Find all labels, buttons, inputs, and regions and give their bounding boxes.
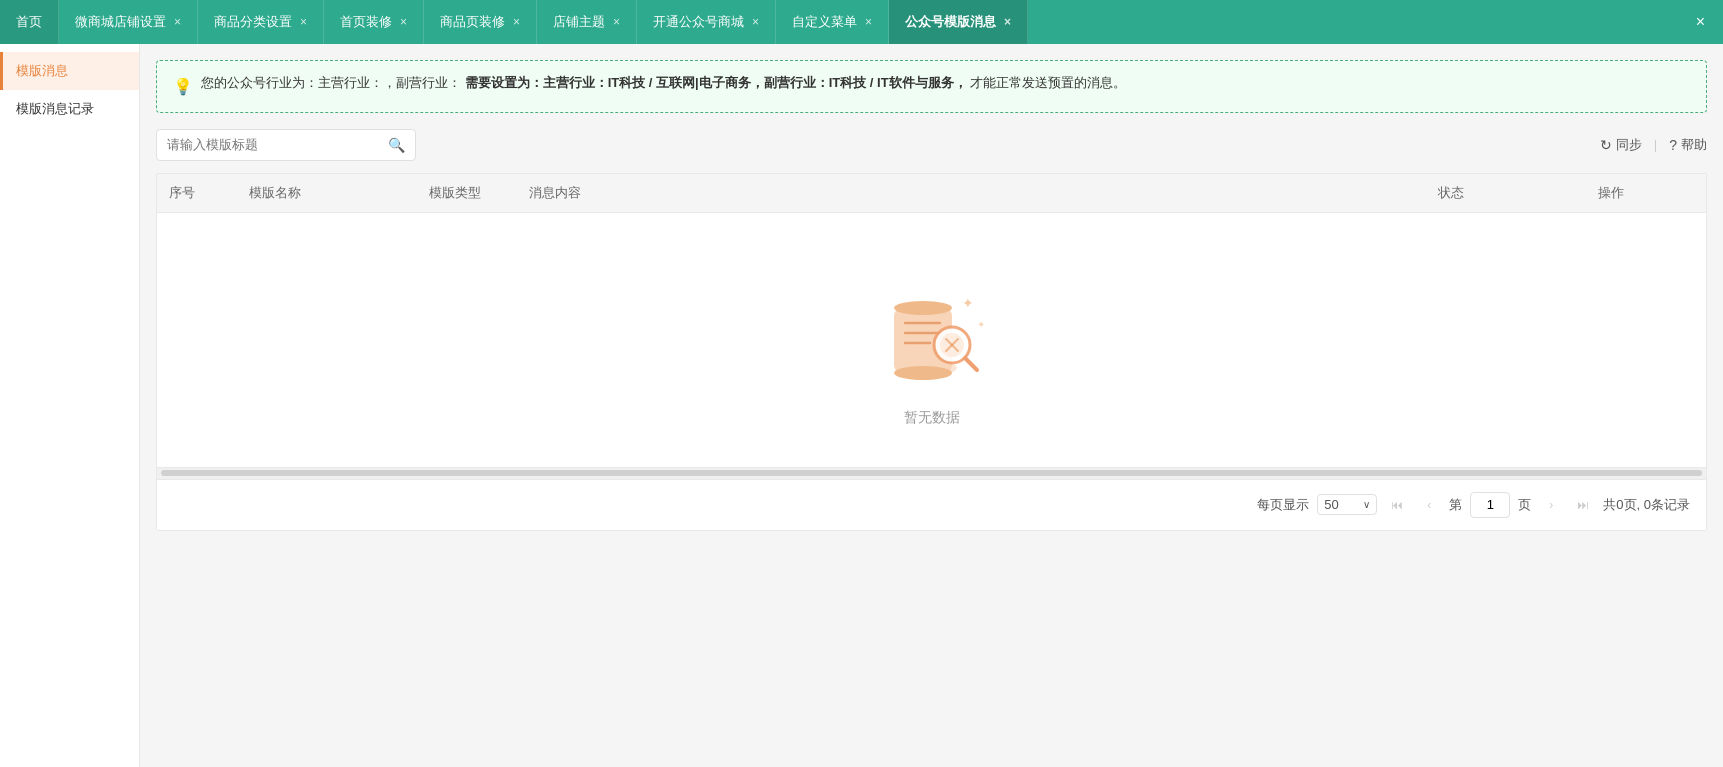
table-header: 序号 模版名称 模版类型 消息内容 状态 操作 bbox=[157, 174, 1706, 213]
page-size-select[interactable]: 50 ∨ bbox=[1317, 494, 1377, 515]
th-content: 消息内容 bbox=[517, 174, 1426, 212]
sidebar: 模版消息 模版消息记录 bbox=[0, 44, 140, 767]
table-container: 序号 模版名称 模版类型 消息内容 状态 操作 bbox=[156, 173, 1707, 531]
sidebar-item-template-msg-label: 模版消息 bbox=[16, 63, 68, 78]
search-input[interactable] bbox=[167, 137, 388, 152]
nav-tab-template-msg-label: 公众号模版消息 bbox=[905, 13, 996, 31]
nav-tab-product-decor[interactable]: 商品页装修 × bbox=[424, 0, 537, 44]
search-icon[interactable]: 🔍 bbox=[388, 137, 405, 153]
help-button[interactable]: ? 帮助 bbox=[1669, 136, 1707, 154]
nav-tab-custom-menu-close[interactable]: × bbox=[865, 15, 872, 29]
next-page-button[interactable]: › bbox=[1539, 493, 1563, 517]
notice-highlight: 需要设置为：主营行业：IT科技 / 互联网|电子商务，副营行业：IT科技 / I… bbox=[465, 75, 967, 90]
prev-page-button[interactable]: ‹ bbox=[1417, 493, 1441, 517]
close-all-button[interactable]: × bbox=[1678, 0, 1723, 44]
sidebar-item-template-record[interactable]: 模版消息记录 bbox=[0, 90, 139, 128]
sync-label: 同步 bbox=[1616, 136, 1642, 154]
page-size-value: 50 bbox=[1324, 497, 1338, 512]
nav-tab-category-close[interactable]: × bbox=[300, 15, 307, 29]
sync-button[interactable]: ↻ 同步 bbox=[1600, 136, 1642, 154]
nav-tab-category[interactable]: 商品分类设置 × bbox=[198, 0, 324, 44]
empty-state: ✦ ✦ 暂无数据 bbox=[157, 213, 1706, 467]
top-navigation: 首页 微商城店铺设置 × 商品分类设置 × 首页装修 × 商品页装修 × 店铺主… bbox=[0, 0, 1723, 44]
nav-tab-open-mall[interactable]: 开通公众号商城 × bbox=[637, 0, 776, 44]
svg-text:✦: ✦ bbox=[977, 319, 985, 330]
search-bar: 🔍 ↻ 同步 | ? 帮助 bbox=[156, 129, 1707, 161]
svg-point-3 bbox=[894, 366, 952, 380]
page-size-label: 每页显示 bbox=[1257, 496, 1309, 514]
help-label: 帮助 bbox=[1681, 136, 1707, 154]
th-type: 模版类型 bbox=[417, 174, 517, 212]
nav-tab-home-label: 首页 bbox=[16, 13, 42, 31]
nav-tab-home[interactable]: 首页 bbox=[0, 0, 59, 44]
help-icon: ? bbox=[1669, 137, 1677, 153]
last-page-button[interactable]: ⏭ bbox=[1571, 493, 1595, 517]
notice-prefix: 您的公众号行业为：主营行业：，副营行业： bbox=[201, 75, 461, 90]
total-info: 共0页, 0条记录 bbox=[1603, 496, 1690, 514]
nav-tab-product-decor-close[interactable]: × bbox=[513, 15, 520, 29]
nav-tab-open-mall-close[interactable]: × bbox=[752, 15, 759, 29]
th-name: 模版名称 bbox=[237, 174, 417, 212]
nav-tab-category-label: 商品分类设置 bbox=[214, 13, 292, 31]
first-page-button[interactable]: ⏮ bbox=[1385, 493, 1409, 517]
chevron-down-icon: ∨ bbox=[1363, 499, 1370, 510]
nav-tab-open-mall-label: 开通公众号商城 bbox=[653, 13, 744, 31]
content-area: 💡 您的公众号行业为：主营行业：，副营行业： 需要设置为：主营行业：IT科技 /… bbox=[140, 44, 1723, 767]
current-page-input[interactable] bbox=[1470, 492, 1510, 518]
search-input-wrap[interactable]: 🔍 bbox=[156, 129, 416, 161]
notice-icon: 💡 bbox=[173, 74, 193, 100]
nav-tab-template-msg[interactable]: 公众号模版消息 × bbox=[889, 0, 1028, 44]
nav-tab-product-decor-label: 商品页装修 bbox=[440, 13, 505, 31]
nav-tab-shop-theme-label: 店铺主题 bbox=[553, 13, 605, 31]
nav-tab-wechat-shop-label: 微商城店铺设置 bbox=[75, 13, 166, 31]
nav-tab-template-msg-close[interactable]: × bbox=[1004, 15, 1011, 29]
svg-text:✦: ✦ bbox=[962, 295, 974, 311]
th-status: 状态 bbox=[1426, 174, 1586, 212]
nav-tab-custom-menu-label: 自定义菜单 bbox=[792, 13, 857, 31]
notice-box: 💡 您的公众号行业为：主营行业：，副营行业： 需要设置为：主营行业：IT科技 /… bbox=[156, 60, 1707, 113]
th-action: 操作 bbox=[1586, 174, 1706, 212]
svg-point-2 bbox=[894, 301, 952, 315]
notice-suffix: 才能正常发送预置的消息。 bbox=[970, 75, 1126, 90]
nav-tab-custom-menu[interactable]: 自定义菜单 × bbox=[776, 0, 889, 44]
svg-line-9 bbox=[965, 358, 977, 370]
page-unit: 页 bbox=[1518, 496, 1531, 514]
notice-text: 您的公众号行业为：主营行业：，副营行业： 需要设置为：主营行业：IT科技 / 互… bbox=[201, 73, 1126, 94]
empty-illustration: ✦ ✦ bbox=[872, 273, 992, 393]
nav-tab-homepage-decor[interactable]: 首页装修 × bbox=[324, 0, 424, 44]
nav-tab-wechat-shop-close[interactable]: × bbox=[174, 15, 181, 29]
nav-tab-wechat-shop[interactable]: 微商城店铺设置 × bbox=[59, 0, 198, 44]
divider: | bbox=[1654, 137, 1657, 152]
nav-tab-homepage-decor-label: 首页装修 bbox=[340, 13, 392, 31]
empty-text: 暂无数据 bbox=[904, 409, 960, 427]
nav-tab-shop-theme-close[interactable]: × bbox=[613, 15, 620, 29]
page-label: 第 bbox=[1449, 496, 1462, 514]
sidebar-item-template-msg[interactable]: 模版消息 bbox=[0, 52, 139, 90]
nav-tab-shop-theme[interactable]: 店铺主题 × bbox=[537, 0, 637, 44]
tools-right: ↻ 同步 | ? 帮助 bbox=[1600, 136, 1707, 154]
sync-icon: ↻ bbox=[1600, 137, 1612, 153]
scrollbar-track bbox=[161, 470, 1702, 476]
th-seq: 序号 bbox=[157, 174, 237, 212]
main-layout: 模版消息 模版消息记录 💡 您的公众号行业为：主营行业：，副营行业： 需要设置为… bbox=[0, 44, 1723, 767]
sidebar-item-template-record-label: 模版消息记录 bbox=[16, 101, 94, 116]
horizontal-scrollbar[interactable] bbox=[157, 467, 1706, 479]
nav-tab-homepage-decor-close[interactable]: × bbox=[400, 15, 407, 29]
pagination-bar: 每页显示 50 ∨ ⏮ ‹ 第 页 › ⏭ 共0页, 0条记录 bbox=[157, 479, 1706, 530]
